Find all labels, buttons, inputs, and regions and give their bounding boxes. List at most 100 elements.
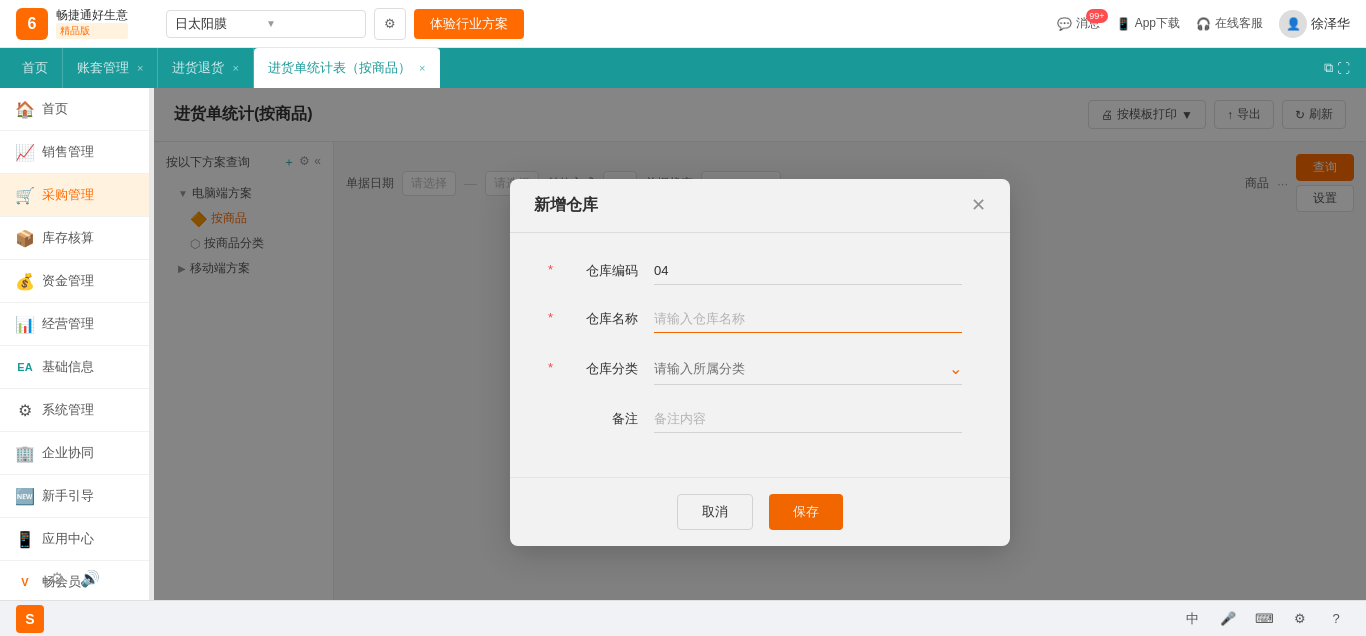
bottom-settings-symbol: ⚙ — [1294, 611, 1306, 626]
avatar: 👤 — [1279, 10, 1307, 38]
header-search-area: 日太阳膜 ▼ ⚙ 体验行业方案 — [166, 8, 1057, 40]
sidebar-item-guide[interactable]: 🆕 新手引导 — [0, 475, 149, 518]
tab-purchase-stats-close[interactable]: × — [419, 62, 425, 74]
sidebar: 🏠 首页 📈 销售管理 🛒 采购管理 📦 库存核算 💰 资金管理 📊 经营管理 … — [0, 88, 150, 636]
tab-account-close[interactable]: × — [137, 62, 143, 74]
sidebar-item-inventory[interactable]: 📦 库存核算 — [0, 217, 149, 260]
message-button[interactable]: 💬 消息 99+ — [1057, 15, 1100, 32]
sidebar-item-sales[interactable]: 📈 销售管理 — [0, 131, 149, 174]
app-download-button[interactable]: 📱 App下载 — [1116, 15, 1180, 32]
tab-bar: 首页 账套管理 × 进货退货 × 进货单统计表（按商品） × ⧉ ⛶ — [0, 48, 1366, 88]
sales-icon: 📈 — [16, 143, 34, 161]
tab-account-label: 账套管理 — [77, 59, 129, 77]
operation-icon: 📊 — [16, 315, 34, 333]
sidebar-item-enterprise[interactable]: 🏢 企业协同 — [0, 432, 149, 475]
bottom-settings-icon[interactable]: ⚙ — [1286, 605, 1314, 633]
search-dropdown-arrow: ▼ — [266, 18, 357, 29]
modal-close-button[interactable]: ✕ — [971, 196, 986, 214]
tab-spacer — [440, 48, 1316, 88]
sidebar-item-basic-info[interactable]: EA 基础信息 — [0, 346, 149, 389]
trial-button[interactable]: 体验行业方案 — [414, 9, 524, 39]
purchase-icon: 🛒 — [16, 186, 34, 204]
gear-icon: ⚙ — [384, 16, 396, 31]
sidebar-item-home-label: 首页 — [42, 100, 68, 118]
sidebar-item-appcenter[interactable]: 📱 应用中心 — [0, 518, 149, 561]
microphone-icon[interactable]: 🎤 — [1214, 605, 1242, 633]
tab-account[interactable]: 账套管理 × — [63, 48, 158, 88]
chinese-input-icon[interactable]: 中 — [1178, 605, 1206, 633]
store-search-box[interactable]: 日太阳膜 ▼ — [166, 10, 366, 38]
form-row-code: 仓库编码 — [558, 257, 962, 285]
bottom-right: 中 🎤 ⌨ ⚙ ? — [1178, 605, 1350, 633]
tab-home-label: 首页 — [22, 59, 48, 77]
cancel-button[interactable]: 取消 — [677, 494, 753, 530]
code-input[interactable] — [654, 257, 962, 285]
tab-purchase-return[interactable]: 进货退货 × — [158, 48, 253, 88]
category-label: 仓库分类 — [558, 360, 638, 378]
enterprise-icon: 🏢 — [16, 444, 34, 462]
s-logo: S — [16, 605, 44, 633]
s-logo-text: S — [25, 611, 34, 627]
main-layout: 🏠 首页 📈 销售管理 🛒 采购管理 📦 库存核算 💰 资金管理 📊 经营管理 … — [0, 88, 1366, 636]
system-icon: ⚙ — [16, 401, 34, 419]
tab-restore-icon[interactable]: ⧉ — [1324, 60, 1333, 76]
tab-home[interactable]: 首页 — [8, 48, 63, 88]
category-input[interactable] — [654, 361, 949, 376]
bottom-bar: S 中 🎤 ⌨ ⚙ ? — [0, 600, 1366, 636]
sidebar-item-operation[interactable]: 📊 经营管理 — [0, 303, 149, 346]
online-service-button[interactable]: 🎧 在线客服 — [1196, 15, 1263, 32]
modal-new-warehouse: 新增仓库 ✕ 仓库编码 仓库名称 仓库分类 — [510, 179, 1010, 546]
note-input[interactable] — [654, 405, 962, 433]
sidebar-settings-icon[interactable]: ⚙ — [50, 569, 64, 588]
modal-header: 新增仓库 ✕ — [510, 179, 1010, 233]
tab-purchase-stats[interactable]: 进货单统计表（按商品） × — [254, 48, 440, 88]
category-select[interactable]: ⌄ — [654, 353, 962, 385]
bottom-help-symbol: ? — [1332, 611, 1339, 626]
tab-controls: ⧉ ⛶ — [1316, 48, 1358, 88]
sidebar-item-purchase-label: 采购管理 — [42, 186, 94, 204]
sidebar-collapse-icon[interactable]: 🔊 — [80, 569, 100, 588]
keyboard-icon[interactable]: ⌨ — [1250, 605, 1278, 633]
mic-icon: 🎤 — [1220, 611, 1236, 626]
sidebar-item-finance[interactable]: 💰 资金管理 — [0, 260, 149, 303]
name-input[interactable] — [654, 305, 962, 333]
message-icon: 💬 — [1057, 17, 1072, 31]
search-value: 日太阳膜 — [175, 15, 266, 33]
home-icon: 🏠 — [16, 100, 34, 118]
sidebar-item-purchase[interactable]: 🛒 采购管理 — [0, 174, 149, 217]
online-service-label: 在线客服 — [1215, 15, 1263, 32]
settings-button[interactable]: ⚙ — [374, 8, 406, 40]
bottom-help-icon[interactable]: ? — [1322, 605, 1350, 633]
sidebar-bottom-controls: ⚙ 🔊 — [0, 561, 150, 596]
save-button[interactable]: 保存 — [769, 494, 843, 530]
sidebar-item-guide-label: 新手引导 — [42, 487, 94, 505]
bottom-left: S — [16, 605, 44, 633]
message-badge: 99+ — [1086, 9, 1107, 23]
name-label: 仓库名称 — [558, 310, 638, 328]
sidebar-item-inventory-label: 库存核算 — [42, 229, 94, 247]
tab-expand-icon[interactable]: ⛶ — [1337, 61, 1350, 76]
appcenter-icon: 📱 — [16, 530, 34, 548]
app-download-label: App下载 — [1135, 15, 1180, 32]
code-label: 仓库编码 — [558, 262, 638, 280]
modal-overlay: 新增仓库 ✕ 仓库编码 仓库名称 仓库分类 — [154, 88, 1366, 636]
sidebar-item-system-label: 系统管理 — [42, 401, 94, 419]
sidebar-item-home[interactable]: 🏠 首页 — [0, 88, 149, 131]
sidebar-item-appcenter-label: 应用中心 — [42, 530, 94, 548]
tab-purchase-stats-label: 进货单统计表（按商品） — [268, 59, 411, 77]
tab-purchase-return-close[interactable]: × — [232, 62, 238, 74]
logo-area: 6 畅捷通好生意 精品版 — [16, 8, 166, 40]
basic-info-icon: EA — [16, 358, 34, 376]
form-row-category: 仓库分类 ⌄ — [558, 353, 962, 385]
content-area: 进货单统计(按商品) 🖨 按模板打印 ▼ ↑ 导出 ↻ 刷新 — [154, 88, 1366, 636]
sidebar-item-sales-label: 销售管理 — [42, 143, 94, 161]
sidebar-item-system[interactable]: ⚙ 系统管理 — [0, 389, 149, 432]
note-label: 备注 — [558, 410, 638, 428]
user-info[interactable]: 👤 徐泽华 — [1279, 10, 1350, 38]
keyboard-icon-symbol: ⌨ — [1255, 611, 1274, 626]
brand-name: 畅捷通好生意 — [56, 8, 128, 24]
inventory-icon: 📦 — [16, 229, 34, 247]
sidebar-item-basic-info-label: 基础信息 — [42, 358, 94, 376]
sidebar-item-enterprise-label: 企业协同 — [42, 444, 94, 462]
headset-icon: 🎧 — [1196, 17, 1211, 31]
